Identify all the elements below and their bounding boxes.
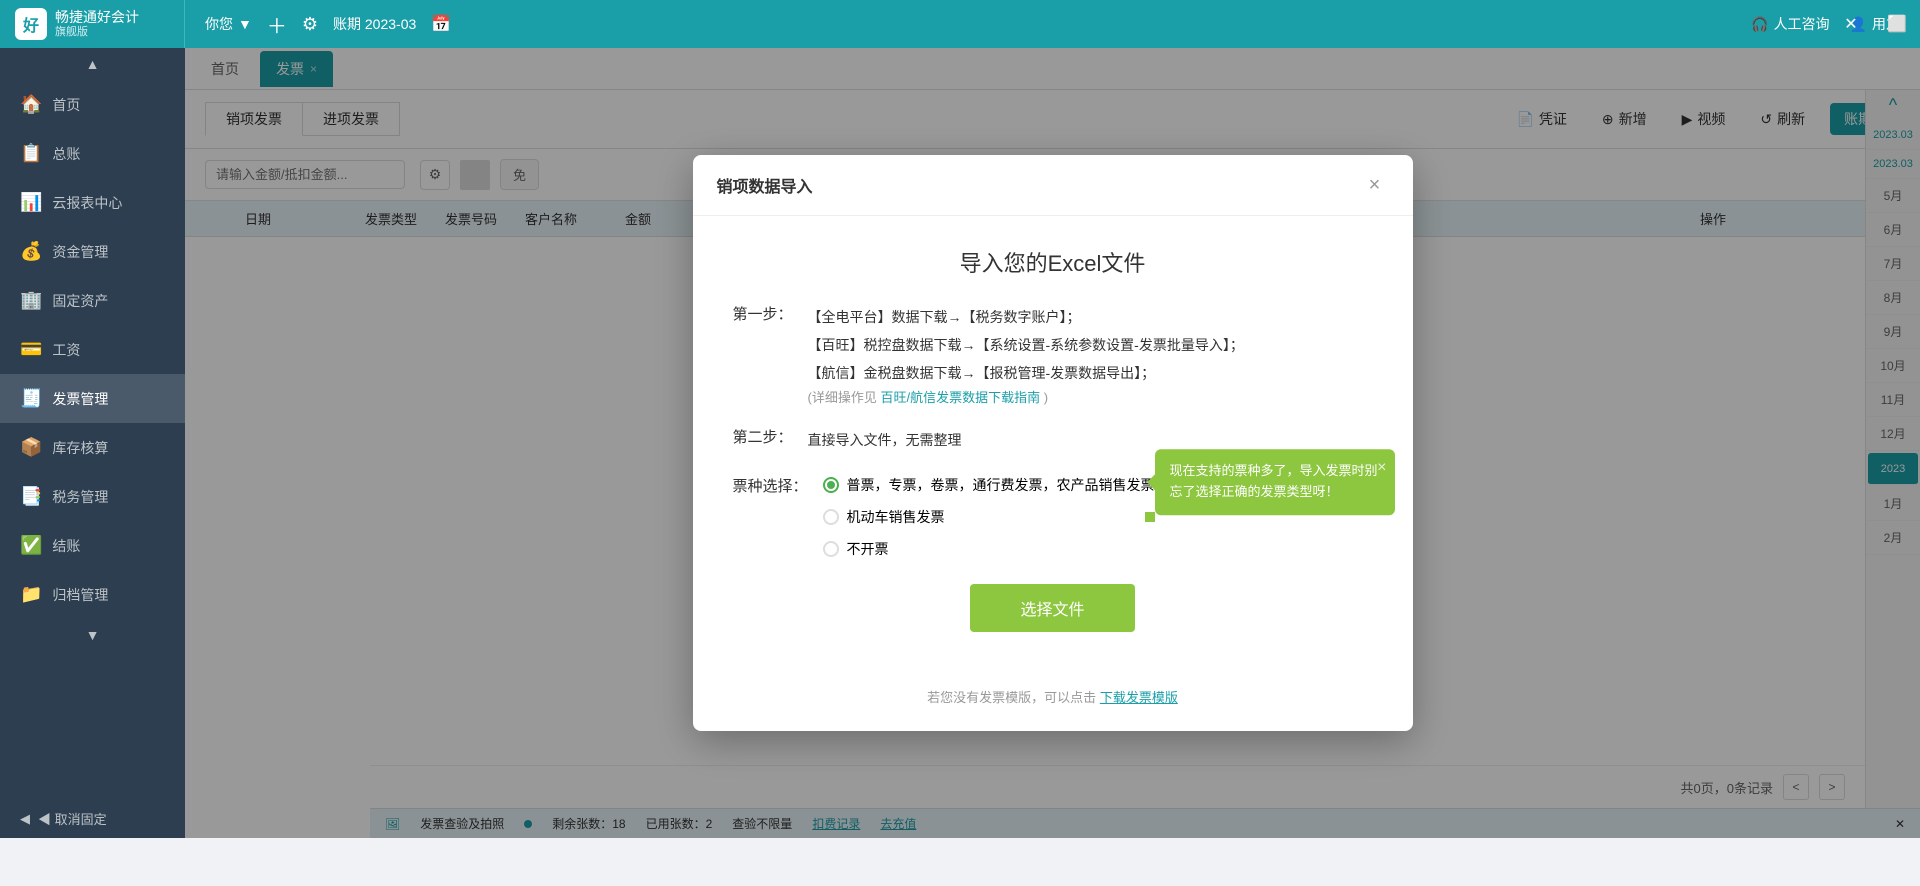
tooltip-anchor-dot	[1145, 512, 1155, 522]
step1-line1: 【全电平台】数据下载→【税务数字账户】；	[808, 303, 1244, 331]
sidebar-item-invoice[interactable]: 🧾 发票管理	[0, 374, 185, 423]
assets-icon: 🏢	[20, 290, 42, 311]
sidebar-scroll-down[interactable]: ▼	[0, 619, 185, 651]
radio-group: 普票，专票，卷票，通行费发票，农产品销售发票 机动车销售发票	[808, 475, 1155, 559]
tooltip-close-button[interactable]: ×	[1377, 455, 1386, 481]
tooltip-text: 现在支持的票种多了，导入发票时别忘了选择正确的发票类型呀！	[1170, 463, 1378, 499]
radio-motor-wrapper: 机动车销售发票 × 现在支持的票种多了，导入发票时别忘了选择正确的发票类型呀！	[823, 507, 1155, 527]
step1-line3: 【航信】金税盘数据下载→【报税管理-发票数据导出】；	[808, 359, 1244, 387]
ledger-icon: 📋	[20, 143, 42, 164]
select-file-button[interactable]: 选择文件	[970, 584, 1134, 632]
modal-footer: 若您没有发票模版，可以点击 下载发票模版	[693, 687, 1413, 731]
radio-circle-motor	[823, 509, 839, 525]
sidebar-label-home: 首页	[52, 95, 80, 115]
sidebar-scroll-up[interactable]: ▲	[0, 48, 185, 80]
period-label: 账期 2023-03	[333, 14, 416, 34]
invoice-icon: 🧾	[20, 388, 42, 409]
logo-icon: 好	[15, 8, 47, 40]
logo-text: 畅捷通好会计 旗舰版	[55, 9, 139, 39]
radio-no-ticket[interactable]: 不开票	[823, 539, 1155, 559]
sidebar-label-checkout: 结账	[52, 536, 80, 556]
radio-normal[interactable]: 普票，专票，卷票，通行费发票，农产品销售发票	[823, 475, 1155, 495]
company-selector[interactable]: 你您 ▼	[205, 14, 252, 34]
ticket-section: 票种选择： 普票，专票，卷票，通行费发票，农产品销售发票	[733, 475, 1373, 559]
window-controls: ✕ ⬜	[1828, 0, 1920, 48]
sidebar-label-salary: 工资	[52, 340, 80, 360]
sidebar-label-assets: 固定资产	[52, 291, 108, 311]
import-modal: 销项数据导入 × 导入您的Excel文件 第一步： 【全电平台】数据下载→【税务…	[693, 155, 1413, 731]
ai-service[interactable]: 🎧 人工咨询	[1751, 14, 1829, 34]
sidebar-item-salary[interactable]: 💳 工资	[0, 325, 185, 374]
sidebar-item-checkout[interactable]: ✅ 结账	[0, 521, 185, 570]
archive-icon: 📁	[20, 584, 42, 605]
maximize-window-button[interactable]: ⬜	[1874, 0, 1920, 48]
cloud-icon: 📊	[20, 192, 42, 213]
step2-label: 第二步：	[733, 426, 793, 447]
inventory-icon: 📦	[20, 437, 42, 458]
sidebar-item-inventory[interactable]: 📦 库存核算	[0, 423, 185, 472]
sidebar-item-cloud[interactable]: 📊 云报表中心	[0, 178, 185, 227]
sidebar-label-tax: 税务管理	[52, 487, 108, 507]
ticket-label: 票种选择：	[733, 475, 808, 496]
sidebar-item-assets[interactable]: 🏢 固定资产	[0, 276, 185, 325]
settings-icon[interactable]: ⚙	[302, 14, 318, 35]
sidebar-item-home[interactable]: 🏠 首页	[0, 80, 185, 129]
modal-title: 销项数据导入	[717, 173, 813, 197]
radio-label-no-ticket: 不开票	[847, 539, 889, 559]
unpin-icon: ◀	[20, 811, 30, 827]
logo-area: 好 畅捷通好会计 旗舰版	[0, 0, 185, 48]
salary-icon: 💳	[20, 339, 42, 360]
home-icon: 🏠	[20, 94, 42, 115]
calendar-icon[interactable]: 📅	[431, 14, 451, 34]
sidebar: ▲ 🏠 首页 📋 总账 📊 云报表中心 💰 资金管理 🏢 固定资产 💳 工资 🧾…	[0, 48, 185, 838]
step2-content: 直接导入文件，无需整理	[808, 432, 962, 448]
sidebar-label-ledger: 总账	[52, 144, 80, 164]
sidebar-unpin-button[interactable]: ◀ ◀ 取消固定	[0, 799, 185, 838]
radio-circle-no-ticket	[823, 541, 839, 557]
sidebar-label-funds: 资金管理	[52, 242, 108, 262]
radio-circle-normal	[823, 477, 839, 493]
sidebar-item-ledger[interactable]: 📋 总账	[0, 129, 185, 178]
radio-label-motor: 机动车销售发票	[847, 507, 945, 527]
checkout-icon: ✅	[20, 535, 42, 556]
add-button[interactable]: ＋	[267, 10, 287, 39]
close-window-button[interactable]: ✕	[1828, 0, 1874, 48]
sidebar-item-archive[interactable]: 📁 归档管理	[0, 570, 185, 619]
radio-dot-normal	[827, 481, 835, 489]
sidebar-item-tax[interactable]: 📑 税务管理	[0, 472, 185, 521]
funds-icon: 💰	[20, 241, 42, 262]
step1-section: 第一步： 【全电平台】数据下载→【税务数字账户】； 【百旺】税控盘数据下载→【系…	[733, 303, 1373, 406]
radio-motor[interactable]: 机动车销售发票	[823, 507, 945, 527]
sidebar-label-cloud: 云报表中心	[52, 193, 122, 213]
modal-close-button[interactable]: ×	[1361, 171, 1389, 199]
modal-header: 销项数据导入 ×	[693, 155, 1413, 216]
sidebar-label-archive: 归档管理	[52, 585, 108, 605]
step1-line2: 【百旺】税控盘数据下载→【系统设置-系统参数设置-发票批量导入】；	[808, 331, 1244, 359]
modal-body: 导入您的Excel文件 第一步： 【全电平台】数据下载→【税务数字账户】； 【百…	[693, 216, 1413, 687]
modal-overlay: 销项数据导入 × 导入您的Excel文件 第一步： 【全电平台】数据下载→【税务…	[185, 48, 1920, 838]
modal-main-title: 导入您的Excel文件	[733, 246, 1373, 278]
top-header: 好 畅捷通好会计 旗舰版 你您 ▼ ＋ ⚙ 账期 2023-03 📅 🎧 人工咨…	[0, 0, 1920, 48]
step1-label: 第一步：	[733, 303, 793, 398]
sidebar-label-invoice: 发票管理	[52, 389, 108, 409]
radio-label-normal: 普票，专票，卷票，通行费发票，农产品销售发票	[847, 475, 1155, 495]
step1-link[interactable]: 百旺/航信发票数据下载指南	[880, 390, 1040, 405]
tax-icon: 📑	[20, 486, 42, 507]
sidebar-item-funds[interactable]: 💰 资金管理	[0, 227, 185, 276]
download-template-link[interactable]: 下载发票模版	[1100, 690, 1178, 705]
sidebar-label-inventory: 库存核算	[52, 438, 108, 458]
step1-note: (详细操作见 百旺/航信发票数据下载指南 )	[808, 387, 1244, 406]
tooltip-bubble: × 现在支持的票种多了，导入发票时别忘了选择正确的发票类型呀！	[1155, 449, 1395, 515]
modal-footer-text: 若您没有发票模版，可以点击	[927, 690, 1096, 705]
header-middle: 你您 ▼ ＋ ⚙ 账期 2023-03 📅	[185, 10, 1751, 39]
